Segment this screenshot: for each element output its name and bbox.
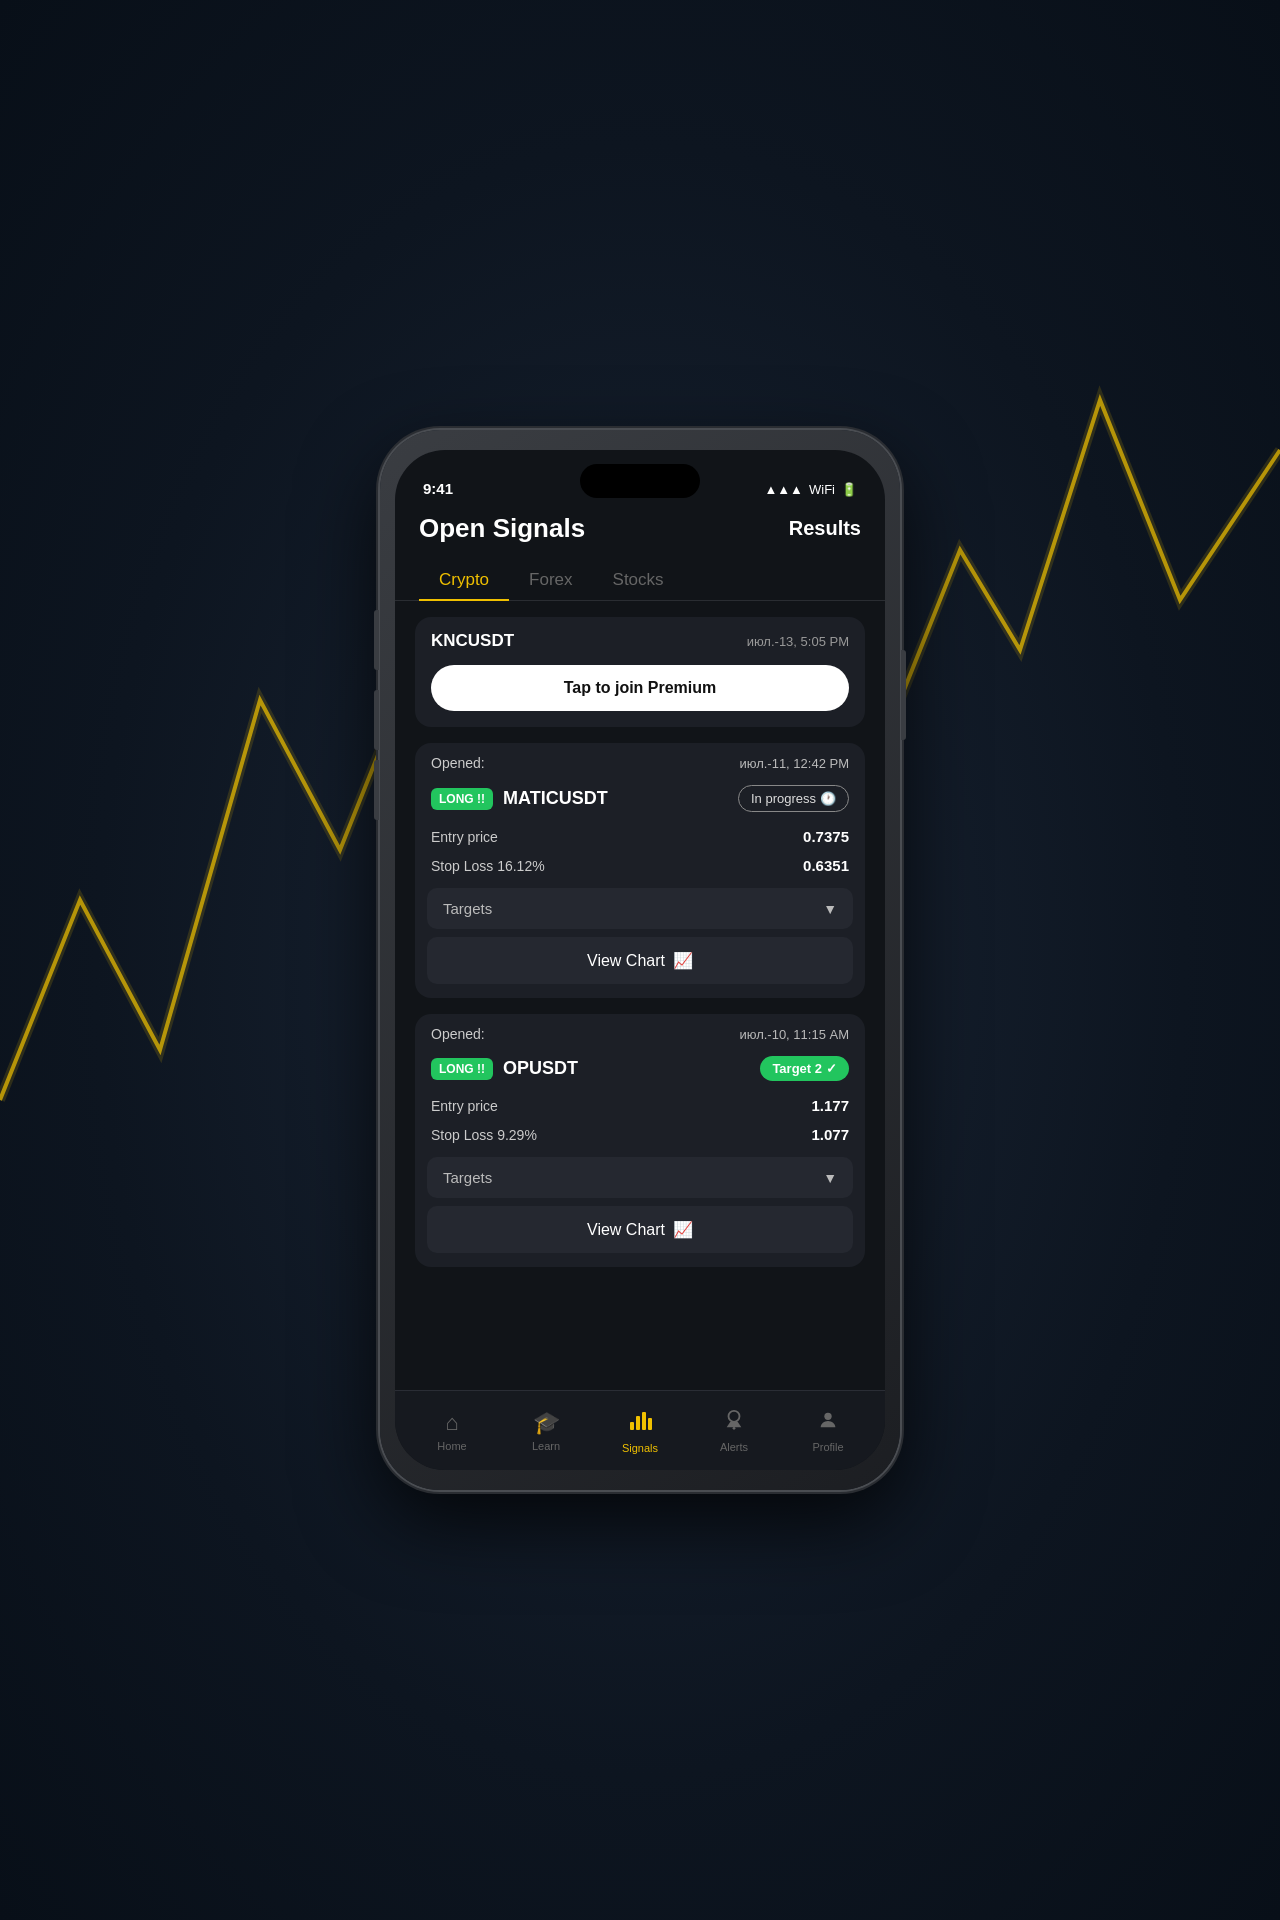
status-icons: ▲▲▲ WiFi 🔋 [764, 482, 857, 497]
home-icon: ⌂ [445, 1410, 458, 1436]
chart-pie-icon-2: 📈 [673, 1220, 693, 1239]
matic-date: июл.-11, 12:42 PM [739, 756, 849, 771]
matic-status-text: In progress [751, 791, 816, 806]
op-stoploss-row: Stop Loss 9.29% 1.077 [415, 1120, 865, 1149]
signal-card-matic: Opened: июл.-11, 12:42 PM LONG !! MATICU… [415, 743, 865, 998]
matic-entry-row: Entry price 0.7375 [415, 822, 865, 851]
matic-entry-value: 0.7375 [803, 828, 849, 845]
profile-icon [817, 1409, 839, 1437]
op-targets-dropdown[interactable]: Targets ▼ [427, 1157, 853, 1198]
knc-pair: KNCUSDT [431, 631, 514, 651]
op-header: Opened: июл.-10, 11:15 AM [415, 1014, 865, 1050]
nav-learn[interactable]: 🎓 Learn [516, 1410, 576, 1452]
wifi-icon: WiFi [809, 482, 835, 497]
alerts-icon [723, 1409, 745, 1437]
op-status-text: Target 2 [772, 1061, 822, 1076]
signals-content: KNCUSDT июл.-13, 5:05 PM Tap to join Pre… [395, 601, 885, 1390]
nav-signals-label: Signals [622, 1442, 658, 1454]
op-stoploss-value: 1.077 [811, 1126, 849, 1143]
premium-join-button[interactable]: Tap to join Premium [431, 665, 849, 711]
phone-frame: 9:41 ▲▲▲ WiFi 🔋 Open Signals Results Cry… [380, 430, 900, 1490]
matic-stoploss-row: Stop Loss 16.12% 0.6351 [415, 851, 865, 880]
matic-long-badge: LONG !! [431, 788, 493, 810]
app-header: Open Signals Results [395, 505, 885, 560]
card-header-knc: KNCUSDT июл.-13, 5:05 PM [415, 617, 865, 661]
op-opened-label: Opened: [431, 1026, 485, 1042]
chevron-down-icon-2: ▼ [823, 1170, 837, 1186]
chart-pie-icon: 📈 [673, 951, 693, 970]
op-entry-label: Entry price [431, 1098, 498, 1114]
svg-rect-2 [642, 1412, 646, 1430]
matic-header: Opened: июл.-11, 12:42 PM [415, 743, 865, 779]
bottom-navigation: ⌂ Home 🎓 Learn Signals [395, 1390, 885, 1470]
op-stoploss-label: Stop Loss 9.29% [431, 1127, 537, 1143]
tab-stocks[interactable]: Stocks [593, 560, 684, 600]
op-view-chart-label: View Chart [587, 1221, 665, 1239]
signal-card-knc: KNCUSDT июл.-13, 5:05 PM Tap to join Pre… [415, 617, 865, 727]
signals-icon [628, 1408, 652, 1438]
status-time: 9:41 [423, 480, 453, 497]
svg-point-5 [733, 1426, 736, 1429]
matic-pair: MATICUSDT [503, 788, 728, 809]
svg-rect-0 [630, 1422, 634, 1430]
page-title: Open Signals [419, 513, 585, 544]
matic-view-chart-button[interactable]: View Chart 📈 [427, 937, 853, 984]
phone-screen: 9:41 ▲▲▲ WiFi 🔋 Open Signals Results Cry… [395, 450, 885, 1470]
tab-crypto[interactable]: Crypto [419, 560, 509, 600]
op-target-badge: Target 2 ✓ [760, 1056, 849, 1081]
op-status-icon: ✓ [826, 1061, 837, 1076]
dynamic-island [580, 464, 700, 498]
svg-rect-1 [636, 1416, 640, 1430]
nav-learn-label: Learn [532, 1440, 560, 1452]
matic-view-chart-label: View Chart [587, 952, 665, 970]
op-long-badge: LONG !! [431, 1058, 493, 1080]
matic-opened-label: Opened: [431, 755, 485, 771]
signal-icon: ▲▲▲ [764, 482, 803, 497]
matic-stoploss-label: Stop Loss 16.12% [431, 858, 545, 874]
op-date: июл.-10, 11:15 AM [739, 1027, 849, 1042]
matic-targets-label: Targets [443, 900, 492, 917]
op-entry-value: 1.177 [811, 1097, 849, 1114]
tab-bar: Crypto Forex Stocks [395, 560, 885, 601]
tab-forex[interactable]: Forex [509, 560, 592, 600]
nav-signals[interactable]: Signals [610, 1408, 670, 1454]
op-view-chart-button[interactable]: View Chart 📈 [427, 1206, 853, 1253]
nav-profile-label: Profile [812, 1441, 843, 1453]
op-targets-label: Targets [443, 1169, 492, 1186]
op-signal-row: LONG !! OPUSDT Target 2 ✓ [415, 1050, 865, 1091]
nav-home[interactable]: ⌂ Home [422, 1410, 482, 1452]
learn-icon: 🎓 [533, 1410, 560, 1436]
matic-entry-label: Entry price [431, 829, 498, 845]
matic-stoploss-value: 0.6351 [803, 857, 849, 874]
chevron-down-icon: ▼ [823, 901, 837, 917]
matic-status-badge: In progress 🕐 [738, 785, 849, 812]
battery-icon: 🔋 [841, 482, 857, 497]
svg-point-6 [824, 1412, 831, 1419]
svg-rect-3 [648, 1418, 652, 1430]
knc-date: июл.-13, 5:05 PM [747, 634, 849, 649]
matic-signal-row: LONG !! MATICUSDT In progress 🕐 [415, 779, 865, 822]
results-button[interactable]: Results [789, 517, 861, 540]
nav-home-label: Home [437, 1440, 466, 1452]
premium-btn-label: Tap to join Premium [564, 679, 717, 696]
nav-alerts-label: Alerts [720, 1441, 748, 1453]
nav-profile[interactable]: Profile [798, 1409, 858, 1453]
svg-point-4 [729, 1410, 740, 1421]
signal-card-op: Opened: июл.-10, 11:15 AM LONG !! OPUSDT… [415, 1014, 865, 1267]
matic-targets-dropdown[interactable]: Targets ▼ [427, 888, 853, 929]
matic-status-icon: 🕐 [820, 791, 836, 806]
op-pair: OPUSDT [503, 1058, 750, 1079]
op-entry-row: Entry price 1.177 [415, 1091, 865, 1120]
nav-alerts[interactable]: Alerts [704, 1409, 764, 1453]
